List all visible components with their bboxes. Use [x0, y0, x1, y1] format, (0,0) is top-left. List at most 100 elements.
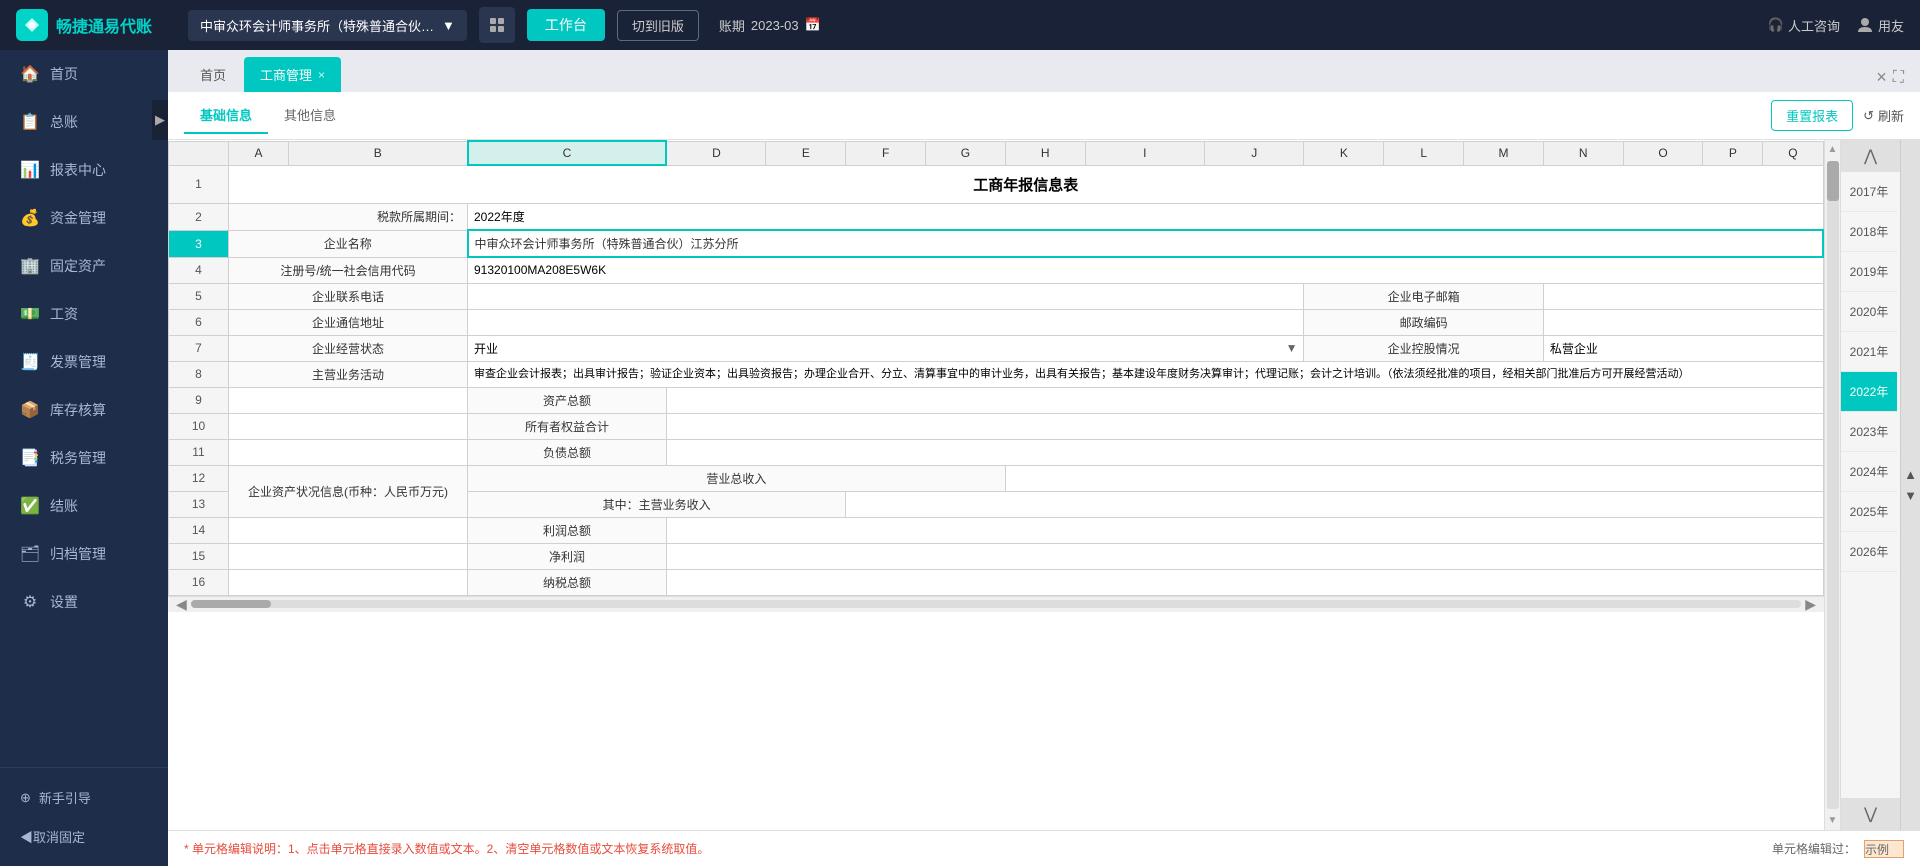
year-item-2017年[interactable]: 2017年	[1841, 172, 1897, 212]
row2-value[interactable]: 2022年度	[468, 204, 1824, 231]
horizontal-scrollbar[interactable]: ◀ ▶	[168, 596, 1824, 612]
company-arrow-icon: ▼	[442, 18, 455, 33]
collapse-up-btn[interactable]: ▲	[1904, 467, 1917, 482]
scroll-left-btn[interactable]: ◀	[172, 596, 191, 613]
year-item-2022年[interactable]: 2022年	[1841, 372, 1897, 412]
fixed-asset-icon: 🏢	[20, 256, 40, 276]
row-num-4: 4	[169, 257, 229, 283]
row5-right-value[interactable]	[1543, 283, 1823, 309]
col-header-k: K	[1304, 141, 1384, 165]
year-item-2023年[interactable]: 2023年	[1841, 412, 1897, 452]
panel-collapse-area: ▲ ▼	[1900, 140, 1920, 830]
year-item-2021年[interactable]: 2021年	[1841, 332, 1897, 372]
sidebar-bottom: ⊕ 新手引导 ◀取消固定	[0, 767, 168, 866]
year-item-2018年[interactable]: 2018年	[1841, 212, 1897, 252]
row10-empty	[229, 413, 468, 439]
table-row[interactable]: 3 企业名称 中审众环会计师事务所（特殊普通合伙）江苏分所	[169, 230, 1824, 257]
scroll-down-btn[interactable]: ▼	[1824, 811, 1842, 830]
col-header-g: G	[926, 141, 1006, 165]
topbar: 畅捷通易代账 中审众环会计师事务所（特殊普通合伙… ▼ 工作台 切到旧版 账期 …	[0, 0, 1920, 50]
table-row: 7 企业经营状态 开业 ▼ 企业控股情况 私营企业	[169, 335, 1824, 361]
col-header-q: Q	[1763, 141, 1823, 165]
vscroll-track[interactable]	[1827, 161, 1839, 809]
edit-sample-text: 示例	[1865, 843, 1889, 857]
year-panel-down[interactable]: ⋁	[1841, 798, 1900, 830]
sidebar-item-inventory[interactable]: 📦库存核算	[0, 386, 168, 434]
table-row: 6 企业通信地址 邮政编码	[169, 309, 1824, 335]
sidebar-item-fixed-asset[interactable]: 🏢固定资产	[0, 242, 168, 290]
row3-value[interactable]: 中审众环会计师事务所（特殊普通合伙）江苏分所	[468, 230, 1824, 257]
row8-value[interactable]: 审查企业会计报表；出具审计报告；验证企业资本；出具验资报告；办理企业合开、分立、…	[468, 361, 1824, 387]
settings-icon: ⚙	[20, 592, 40, 612]
row9-asset-label	[229, 387, 468, 413]
tab-business[interactable]: 工商管理 ×	[244, 57, 341, 92]
company-icon-btn[interactable]	[479, 7, 515, 43]
row10-value[interactable]	[666, 413, 1823, 439]
workbench-button[interactable]: 工作台	[527, 9, 605, 41]
tab-home[interactable]: 首页	[184, 57, 242, 92]
sidebar-item-tax[interactable]: 📑税务管理	[0, 434, 168, 482]
content-tab-other[interactable]: 其他信息	[268, 97, 352, 134]
row15-c: 净利润	[468, 543, 667, 569]
company-selector[interactable]: 中审众环会计师事务所（特殊普通合伙… ▼	[188, 10, 467, 41]
calendar-icon[interactable]: 📅	[805, 17, 821, 33]
row9-value[interactable]	[666, 387, 1823, 413]
content-tab-basic[interactable]: 基础信息	[184, 97, 268, 134]
row7-right-value[interactable]: 私营企业	[1543, 335, 1823, 361]
row11-value[interactable]	[666, 439, 1823, 465]
row4-value[interactable]: 91320100MA208E5W6K	[468, 257, 1824, 283]
sidebar-item-ledger[interactable]: 📋总账	[0, 98, 168, 146]
new-user-guide[interactable]: ⊕ 新手引导	[0, 778, 168, 817]
old-version-button[interactable]: 切到旧版	[617, 10, 699, 41]
tab-business-label: 工商管理	[260, 65, 312, 84]
row14-value[interactable]	[666, 517, 1823, 543]
sidebar-item-salary[interactable]: 💵工资	[0, 290, 168, 338]
scrollbar-track[interactable]	[191, 600, 1801, 608]
bottombar-right: 单元格编辑过： 示例	[1772, 840, 1904, 858]
row6-value[interactable]	[468, 309, 1304, 335]
row6-right-label: 邮政编码	[1304, 309, 1543, 335]
col-header-c: C	[468, 141, 667, 165]
row6-right-value[interactable]	[1543, 309, 1823, 335]
sidebar-item-finance[interactable]: 💰资金管理	[0, 194, 168, 242]
scroll-up-btn[interactable]: ▲	[1824, 140, 1842, 159]
row16-value[interactable]	[666, 569, 1823, 595]
vscroll-thumb[interactable]	[1827, 161, 1839, 201]
spreadsheet-scroll-area[interactable]: A B C D E F G H I J K L	[168, 140, 1824, 830]
collapse-down-btn[interactable]: ▼	[1904, 488, 1917, 503]
col-header-f: F	[846, 141, 926, 165]
reset-report-button[interactable]: 重置报表	[1771, 100, 1853, 131]
sidebar-item-report[interactable]: 📊报表中心	[0, 146, 168, 194]
sidebar-item-settings[interactable]: ⚙设置	[0, 578, 168, 626]
sidebar-label-salary: 工资	[50, 304, 78, 324]
consult-button[interactable]: 🎧 人工咨询	[1768, 16, 1840, 35]
row8-label: 主营业务活动	[229, 361, 468, 387]
sidebar-item-invoice[interactable]: 🧾发票管理	[0, 338, 168, 386]
sidebar-item-home[interactable]: 🏠首页	[0, 50, 168, 98]
year-item-2020年[interactable]: 2020年	[1841, 292, 1897, 332]
vertical-scrollbar[interactable]: ▲ ▼	[1824, 140, 1840, 830]
scroll-right-btn[interactable]: ▶	[1801, 596, 1820, 613]
tab-close-btn[interactable]: ×	[1876, 67, 1887, 88]
row12-value[interactable]	[1005, 465, 1823, 491]
refresh-button[interactable]: ↺ 刷新	[1863, 106, 1904, 125]
year-panel-up[interactable]: ⋀	[1841, 140, 1900, 172]
year-item-2024年[interactable]: 2024年	[1841, 452, 1897, 492]
row13-value[interactable]	[846, 491, 1823, 517]
row15-value[interactable]	[666, 543, 1823, 569]
tab-close-icon[interactable]: ×	[318, 68, 325, 82]
scrollbar-thumb[interactable]	[191, 600, 271, 608]
tab-expand-btn[interactable]: ⛶	[1893, 69, 1904, 87]
sidebar-item-settle[interactable]: ✅结账	[0, 482, 168, 530]
row7-value[interactable]: 开业 ▼	[468, 335, 1304, 361]
cancel-fix-button[interactable]: ◀取消固定	[0, 817, 168, 856]
year-item-2019年[interactable]: 2019年	[1841, 252, 1897, 292]
sidebar-item-archive[interactable]: 🗂归档管理	[0, 530, 168, 578]
year-item-2025年[interactable]: 2025年	[1841, 492, 1897, 532]
row7-dropdown-icon[interactable]: ▼	[1286, 341, 1298, 355]
table-row: 14 利润总额	[169, 517, 1824, 543]
row5-value[interactable]	[468, 283, 1304, 309]
user-button[interactable]: 用友	[1856, 16, 1904, 35]
home-icon: 🏠	[20, 64, 40, 84]
year-item-2026年[interactable]: 2026年	[1841, 532, 1897, 572]
